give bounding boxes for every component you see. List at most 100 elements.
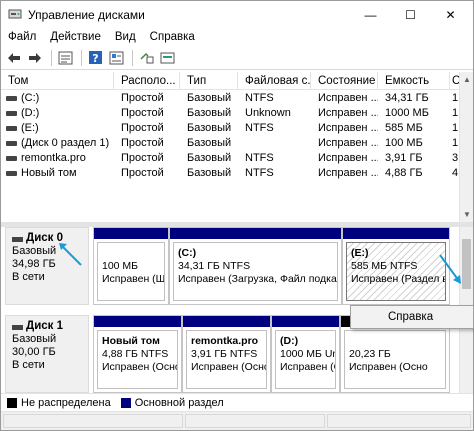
volume-capacity: 100 МБ <box>385 137 423 149</box>
volume-type: Базовый <box>187 122 232 134</box>
primary-partition-bar <box>94 316 181 327</box>
partition-state: Исправен (Осно <box>102 361 178 373</box>
volume-row[interactable]: remontka.pro Простой Базовый NTFS Исправен .… <box>1 151 459 166</box>
volume-filesystem: NTFS <box>245 122 274 134</box>
disk-row: Диск 0 Базовый 34,98 ГБ В сети 100 МБ Ис… <box>1 227 459 307</box>
column-header-filesystem[interactable]: Файловая с... <box>238 72 311 90</box>
partition-size: 34,31 ГБ NTFS <box>178 260 251 272</box>
title-bar[interactable]: Управление дисками — ☐ ✕ <box>1 1 473 28</box>
volume-list-scrollbar[interactable]: ▲ ▼ <box>459 72 473 222</box>
volume-list: (C:) Простой Базовый NTFS Исправен ... 34,31 … <box>1 90 459 220</box>
volume-filesystem: Unknown <box>245 107 291 119</box>
minimize-icon: — <box>364 7 377 22</box>
disk-type: Базовый <box>12 333 57 345</box>
disk-0-label[interactable]: Диск 0 Базовый 34,98 ГБ В сети <box>5 227 89 305</box>
volume-row[interactable]: Новый том Простой Базовый NTFS Исправен ... 4… <box>1 166 459 181</box>
refresh-button[interactable] <box>137 49 155 67</box>
column-header-status[interactable]: Состояние <box>311 72 378 90</box>
volume-free: 1 <box>452 137 459 149</box>
volume-name: (E:) <box>21 122 39 134</box>
partition-info: 20,23 ГБ Исправен (Осно <box>344 330 446 389</box>
primary-partition-bar <box>272 316 339 327</box>
volume-free: 1 <box>452 107 459 119</box>
partition-remontka[interactable]: remontka.pro 3,91 ГБ NTFS Исправен (Осно <box>182 315 271 393</box>
volume-free: 4 <box>452 167 459 179</box>
menu-action[interactable]: Действие <box>43 31 108 43</box>
column-header-free[interactable]: С <box>450 72 459 90</box>
partition-d[interactable]: (D:) 1000 МБ Unk Исправен (Осн <box>271 315 340 393</box>
partition-size: 1000 МБ Unk <box>280 348 335 360</box>
partition-c[interactable]: (C:) 34,31 ГБ NTFS Исправен (Загрузка, Ф… <box>169 227 342 305</box>
volume-status: Исправен ... <box>318 137 378 149</box>
primary-swatch <box>120 397 131 408</box>
volume-row[interactable]: (Диск 0 раздел 1) Простой Базовый Исправен … <box>1 136 459 151</box>
disk-name: Диск 1 <box>12 320 88 333</box>
column-header-type[interactable]: Тип <box>180 72 238 90</box>
volume-layout: Простой <box>121 137 164 149</box>
close-button[interactable]: ✕ <box>433 1 468 28</box>
column-header-volume[interactable]: Том <box>1 72 114 90</box>
disk-view-button[interactable] <box>158 49 176 67</box>
help-button[interactable]: ? <box>86 49 104 67</box>
partition-state: Исправен (Раздел во <box>351 273 446 285</box>
status-segment <box>327 414 471 428</box>
menu-view[interactable]: Вид <box>108 31 143 43</box>
volume-filesystem: NTFS <box>245 92 274 104</box>
volume-filesystem <box>238 136 311 151</box>
partition-info: remontka.pro 3,91 ГБ NTFS Исправен (Осно <box>186 330 267 389</box>
help-icon: ? <box>88 51 102 65</box>
partition-e[interactable]: (E:) 585 МБ NTFS Исправен (Раздел во <box>342 227 450 305</box>
context-menu: Справка <box>350 305 474 329</box>
volume-row[interactable]: (E:) Простой Базовый NTFS Исправен ... 585 МБ… <box>1 121 459 136</box>
volume-type: Базовый <box>187 152 232 164</box>
properties-button[interactable] <box>107 49 125 67</box>
disk-management-app-icon <box>8 9 22 19</box>
volume-name: remontka.pro <box>21 152 86 164</box>
refresh-icon <box>139 52 153 63</box>
volume-name: (Диск 0 раздел 1) <box>21 137 110 149</box>
scroll-thumb[interactable] <box>462 239 471 289</box>
volume-capacity: 4,88 ГБ <box>385 167 423 179</box>
maximize-button[interactable]: ☐ <box>393 1 428 28</box>
volume-row[interactable]: (D:) Простой Базовый Unknown Исправен ... 100… <box>1 106 459 121</box>
partition-size: 585 МБ NTFS <box>351 260 418 272</box>
volume-row[interactable]: (C:) Простой Базовый NTFS Исправен ... 34,31 … <box>1 91 459 106</box>
disk-view-icon <box>160 52 174 63</box>
disk-1-label[interactable]: Диск 1 Базовый 30,00 ГБ В сети <box>5 315 89 393</box>
disk-name: Диск 0 <box>12 232 88 245</box>
volume-layout: Простой <box>121 152 164 164</box>
menu-file[interactable]: Файл <box>1 31 43 43</box>
column-header-capacity[interactable]: Емкость <box>378 72 450 90</box>
back-button[interactable] <box>5 49 23 67</box>
volume-capacity: 585 МБ <box>385 122 423 134</box>
disk-status: В сети <box>12 271 45 283</box>
disk-size: 30,00 ГБ <box>12 346 56 358</box>
status-segment <box>3 414 183 428</box>
volume-free: 1 <box>452 122 459 134</box>
volume-status: Исправен ... <box>318 107 378 119</box>
volume-free: 1 <box>452 92 459 104</box>
close-icon: ✕ <box>445 7 456 22</box>
primary-partition-bar <box>343 228 449 239</box>
volume-status: Исправен ... <box>318 122 378 134</box>
primary-partition-bar <box>94 228 168 239</box>
toolbar-separator <box>132 49 133 66</box>
forward-button[interactable] <box>26 49 44 67</box>
unallocated-swatch <box>7 397 17 408</box>
context-menu-help[interactable]: Справка <box>354 309 470 326</box>
partition-system-reserved[interactable]: 100 МБ Исправен (Ш <box>93 227 169 305</box>
scroll-up-icon[interactable]: ▲ <box>463 75 471 84</box>
legend-unallocated: Не распределена <box>21 396 111 409</box>
volume-layout: Простой <box>121 167 164 179</box>
partition-new-volume[interactable]: Новый том 4,88 ГБ NTFS Исправен (Осно <box>93 315 182 393</box>
volume-status: Исправен ... <box>318 152 378 164</box>
column-header-layout[interactable]: Располо... <box>114 72 180 90</box>
legend-primary: Основной раздел <box>134 396 224 409</box>
minimize-button[interactable]: — <box>353 1 388 28</box>
partition-state: Исправен (Осно <box>349 361 428 373</box>
disk-list-button[interactable] <box>56 49 74 67</box>
menu-help[interactable]: Справка <box>143 31 202 43</box>
scroll-down-icon[interactable]: ▼ <box>463 210 471 219</box>
window-title: Управление дисками <box>28 8 145 22</box>
maximize-icon: ☐ <box>405 7 416 22</box>
